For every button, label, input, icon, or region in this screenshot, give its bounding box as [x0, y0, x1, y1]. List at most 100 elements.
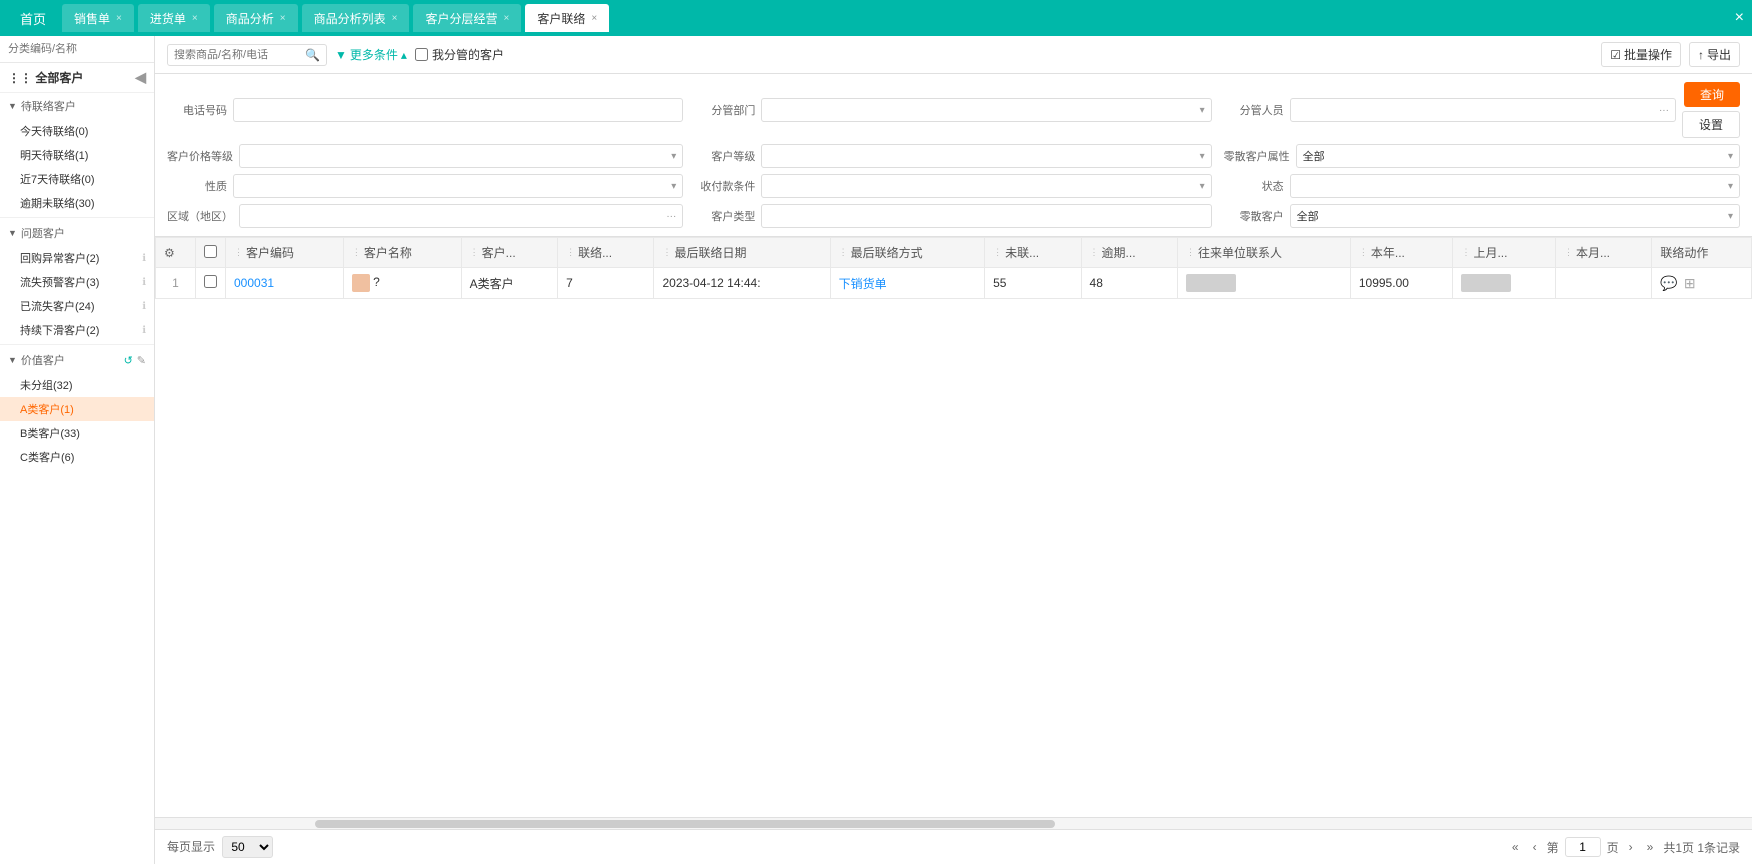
prev-page-btn[interactable]: ‹	[1529, 838, 1541, 856]
price-level-select[interactable]: ▾	[239, 144, 683, 168]
sidebar-item-c-class[interactable]: C类客户(6)	[0, 445, 154, 469]
lastmonth-sort-icon[interactable]: ⋮	[1461, 247, 1470, 258]
repurchase-info-icon[interactable]: ℹ	[142, 253, 146, 264]
scroll-thumb[interactable]	[315, 820, 1055, 828]
sidebar-item-b-class[interactable]: B类客户(33)	[0, 421, 154, 445]
th-last-method[interactable]: ⋮ 最后联络方式	[830, 238, 985, 268]
filter-more-btn[interactable]: ▼ 更多条件 ▴	[335, 46, 407, 63]
nav-tab-analysis-list[interactable]: 商品分析列表 ×	[302, 4, 410, 32]
row-action-chat-icon[interactable]: 💬	[1660, 275, 1677, 292]
sidebar-section-value-header[interactable]: ▼ 价值客户 ↺ ✎	[0, 347, 154, 373]
th-customer-type[interactable]: ⋮ 客户...	[461, 238, 557, 268]
export-btn[interactable]: ↑ 导出	[1689, 42, 1740, 67]
page-number-input[interactable]	[1565, 837, 1601, 857]
sidebar-item-declining[interactable]: 持续下滑客户(2) ℹ	[0, 318, 154, 342]
declining-info-icon[interactable]: ℹ	[142, 325, 146, 336]
th-last-date[interactable]: ⋮ 最后联络日期	[654, 238, 830, 268]
select-all-checkbox[interactable]	[204, 245, 217, 258]
row-last-method-link[interactable]: 下销货单	[839, 277, 887, 291]
sidebar-item-tomorrow[interactable]: 明天待联络(1)	[0, 143, 154, 167]
area-input[interactable]: ···	[239, 204, 683, 228]
row-checkbox[interactable]	[204, 275, 217, 288]
nav-tab-customer-contact-close[interactable]: ×	[591, 13, 597, 24]
nav-tab-purchase-close[interactable]: ×	[192, 13, 198, 24]
page-size-select[interactable]: 50 100 200	[222, 836, 273, 858]
th-year-amount[interactable]: ⋮ 本年...	[1350, 238, 1453, 268]
lastmethod-sort-icon[interactable]: ⋮	[839, 247, 848, 258]
value-refresh-icon[interactable]: ↺	[124, 354, 133, 367]
my-customer-checkbox-label[interactable]: 我分管的客户	[415, 46, 504, 63]
query-button[interactable]: 查询	[1684, 82, 1740, 107]
phone-input[interactable]	[233, 98, 683, 122]
sidebar-search-input[interactable]	[8, 43, 150, 55]
nav-home[interactable]: 首页	[8, 5, 58, 32]
customer-level-select[interactable]: ▾	[761, 144, 1211, 168]
status-select[interactable]: ▾	[1290, 174, 1740, 198]
search-input[interactable]	[174, 49, 301, 61]
payment-select[interactable]: ▾	[761, 174, 1211, 198]
th-name[interactable]: ⋮ 客户名称	[343, 238, 461, 268]
sidebar-item-today[interactable]: 今天待联络(0)	[0, 119, 154, 143]
nav-tab-sales-close[interactable]: ×	[116, 13, 122, 24]
nature-select[interactable]: ▾	[233, 174, 683, 198]
sidebar-collapse-icon[interactable]: ◀	[135, 69, 146, 86]
gear-icon[interactable]: ⚙	[164, 246, 175, 260]
sidebar-all-customers[interactable]: ⋮⋮ 全部客户 ◀	[0, 63, 154, 93]
first-page-btn[interactable]: «	[1508, 838, 1523, 856]
dept-select[interactable]: ▾	[761, 98, 1211, 122]
churn-warning-info-icon[interactable]: ℹ	[142, 277, 146, 288]
horizontal-scrollbar[interactable]	[155, 817, 1752, 829]
company-sort-icon[interactable]: ⋮	[1186, 247, 1195, 258]
nav-tab-sales[interactable]: 销售单 ×	[62, 4, 134, 32]
nav-tab-analysis[interactable]: 商品分析 ×	[214, 4, 298, 32]
contact-sort-icon[interactable]: ⋮	[566, 247, 575, 258]
nav-tab-analysis-close[interactable]: ×	[280, 13, 286, 24]
ctype-sort-icon[interactable]: ⋮	[470, 247, 479, 258]
my-customer-checkbox[interactable]	[415, 48, 428, 61]
sidebar-section-problem-header[interactable]: ▼ 问题客户	[0, 220, 154, 246]
value-edit-icon[interactable]: ✎	[137, 354, 146, 367]
year-sort-icon[interactable]: ⋮	[1359, 247, 1368, 258]
customer-type-input[interactable]	[761, 204, 1211, 228]
th-overdue[interactable]: ⋮ 逾期...	[1081, 238, 1177, 268]
th-contact-count[interactable]: ⋮ 联络...	[558, 238, 654, 268]
person-input[interactable]: ···	[1290, 98, 1676, 122]
sidebar-item-overdue[interactable]: 逾期未联络(30)	[0, 191, 154, 215]
code-sort-icon[interactable]: ⋮	[234, 247, 243, 258]
th-this-month[interactable]: ⋮ 本月...	[1555, 238, 1651, 268]
th-company-contacts[interactable]: ⋮ 往来单位联系人	[1177, 238, 1350, 268]
th-code[interactable]: ⋮ 客户编码	[226, 238, 344, 268]
nav-tab-analysis-list-close[interactable]: ×	[392, 13, 398, 24]
sidebar-item-7days[interactable]: 近7天待联络(0)	[0, 167, 154, 191]
sidebar-item-repurchase-abnormal[interactable]: 回购异常客户(2) ℹ	[0, 246, 154, 270]
thismonth-sort-icon[interactable]: ⋮	[1564, 247, 1573, 258]
sidebar-item-ungrouped[interactable]: 未分组(32)	[0, 373, 154, 397]
row-action-qr-icon[interactable]: ⊞	[1684, 275, 1696, 292]
batch-btn[interactable]: ☑ 批量操作	[1601, 42, 1681, 67]
last-page-btn[interactable]: »	[1643, 838, 1658, 856]
sidebar-section-pending-header[interactable]: ▼ 待联络客户	[0, 93, 154, 119]
retail-attr-select[interactable]: 全部 ▾	[1296, 144, 1740, 168]
th-no-contact[interactable]: ⋮ 未联...	[985, 238, 1081, 268]
top-nav-close-btn[interactable]: ×	[1735, 9, 1744, 27]
overdue-sort-icon[interactable]: ⋮	[1090, 247, 1099, 258]
search-icon[interactable]: 🔍	[305, 48, 320, 62]
churned-info-icon[interactable]: ℹ	[142, 301, 146, 312]
lastdate-sort-icon[interactable]: ⋮	[662, 247, 671, 258]
retail-select[interactable]: 全部 ▾	[1290, 204, 1740, 228]
th-last-month[interactable]: ⋮ 上月...	[1453, 238, 1556, 268]
nav-tab-customer-segment-close[interactable]: ×	[503, 13, 509, 24]
nav-tab-purchase[interactable]: 进货单 ×	[138, 4, 210, 32]
row-last-method[interactable]: 下销货单	[830, 268, 985, 299]
nav-tab-customer-contact[interactable]: 客户联络 ×	[525, 4, 609, 32]
next-page-btn[interactable]: ›	[1625, 838, 1637, 856]
th-gear[interactable]: ⚙	[156, 238, 196, 268]
sidebar-item-churned[interactable]: 已流失客户(24) ℹ	[0, 294, 154, 318]
sidebar-item-churn-warning[interactable]: 流失预警客户(3) ℹ	[0, 270, 154, 294]
sidebar-item-a-class[interactable]: A类客户(1)	[0, 397, 154, 421]
nocontact-sort-icon[interactable]: ⋮	[993, 247, 1002, 258]
row-code[interactable]: 000031	[226, 268, 344, 299]
settings-button[interactable]: 设置	[1682, 111, 1740, 138]
name-sort-icon[interactable]: ⋮	[352, 247, 361, 258]
nav-tab-customer-segment[interactable]: 客户分层经营 ×	[413, 4, 521, 32]
